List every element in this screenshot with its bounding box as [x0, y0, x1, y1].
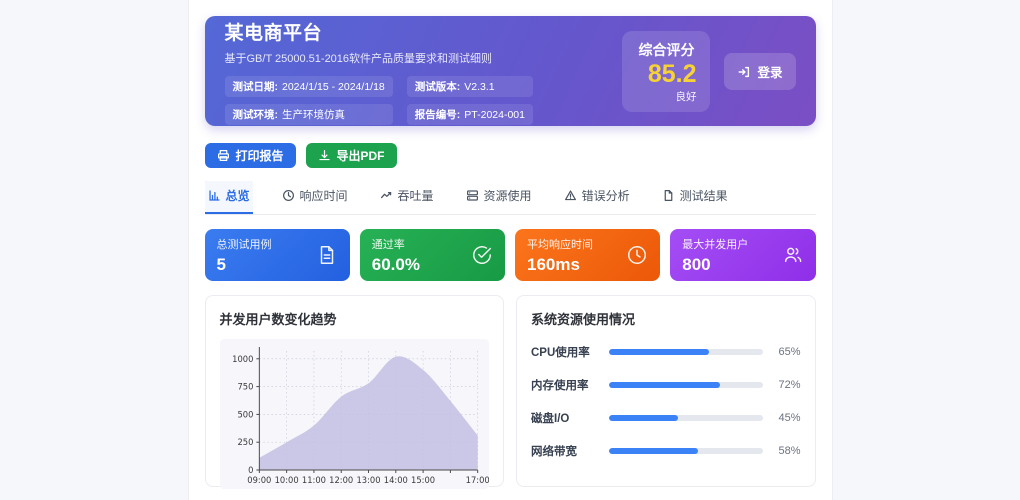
stat-cards: 总测试用例 5 通过率 60.0% 平均响应时间 160ms 最大并发用户 80…	[204, 229, 816, 281]
score-grade: 良好	[675, 90, 697, 103]
resource-label: 内存使用率	[531, 380, 589, 392]
printer-icon	[217, 149, 230, 162]
svg-text:15:00: 15:00	[411, 475, 435, 485]
banner-info: 某电商平台 基于GB/T 25000.51-2016软件产品质量要求和测试细则 …	[224, 18, 533, 125]
report-page: 某电商平台 基于GB/T 25000.51-2016软件产品质量要求和测试细则 …	[187, 0, 833, 500]
page-subtitle: 基于GB/T 25000.51-2016软件产品质量要求和测试细则	[224, 53, 493, 65]
svg-text:14:00: 14:00	[383, 475, 407, 485]
resource-row-network: 网络带宽 58%	[531, 443, 801, 459]
svg-text:10:00: 10:00	[274, 475, 298, 485]
login-label: 登录	[757, 66, 783, 80]
svg-text:1000: 1000	[232, 354, 253, 364]
svg-text:13:00: 13:00	[356, 475, 380, 485]
report-banner: 某电商平台 基于GB/T 25000.51-2016软件产品质量要求和测试细则 …	[204, 16, 816, 126]
svg-text:17:00: 17:00	[465, 475, 489, 485]
print-report-button[interactable]: 打印报告	[204, 143, 296, 168]
stat-value: 60.0%	[371, 254, 420, 274]
svg-text:11:00: 11:00	[301, 475, 325, 485]
resource-row-memory: 内存使用率 72%	[531, 377, 801, 393]
meta-test-version: 测试版本: V2.3.1	[406, 76, 533, 97]
score-label: 综合评分	[638, 42, 695, 59]
progress-fill	[609, 415, 679, 421]
resource-percent: 65%	[778, 346, 801, 358]
stat-label: 平均响应时间	[527, 238, 593, 251]
tab-error-analysis[interactable]: 错误分析	[561, 181, 633, 214]
resource-percent: 72%	[778, 379, 801, 391]
stat-avg-response-time: 平均响应时间 160ms	[515, 229, 661, 281]
stat-value: 5	[216, 254, 226, 274]
progress-track	[609, 382, 763, 388]
page-title: 某电商平台	[224, 23, 323, 44]
concurrency-chart-box: 0 250 500 750 1000 09:00 10:00 11:00 12:00 13:00 1…	[219, 339, 489, 489]
resource-usage-panel: 系统资源使用情况 CPU使用率 65% 内存使用率 72% 磁盘I/O 45%	[516, 295, 816, 487]
meta-test-env: 测试环境: 生产环境仿真	[224, 104, 393, 125]
trend-icon	[380, 189, 393, 202]
meta-report-no: 报告编号: PT-2024-001	[406, 104, 533, 125]
tab-response-time[interactable]: 响应时间	[279, 181, 351, 214]
resource-percent: 58%	[778, 445, 801, 457]
clock-icon	[626, 244, 648, 266]
users-icon	[782, 244, 804, 266]
resource-row-cpu: CPU使用率 65%	[531, 344, 801, 360]
tab-overview[interactable]: 总览	[204, 181, 253, 214]
stat-total-cases: 总测试用例 5	[204, 229, 350, 281]
resource-rows: CPU使用率 65% 内存使用率 72% 磁盘I/O 45% 网络带宽 58%	[531, 344, 801, 459]
stat-pass-rate: 通过率 60.0%	[359, 229, 505, 281]
progress-fill	[609, 382, 720, 388]
banner-right: 综合评分 85.2 良好 登录	[622, 31, 796, 112]
action-buttons: 打印报告 导出PDF	[204, 143, 816, 168]
concurrency-chart-title: 并发用户数变化趋势	[219, 312, 337, 327]
report-meta: 测试日期: 2024/1/15 - 2024/1/18 测试版本: V2.3.1 测…	[224, 76, 533, 125]
resource-percent: 45%	[778, 412, 801, 424]
login-icon	[737, 65, 751, 79]
tab-throughput[interactable]: 吞吐量	[377, 181, 437, 214]
stat-value: 800	[682, 254, 711, 274]
svg-text:750: 750	[237, 382, 253, 392]
login-button[interactable]: 登录	[724, 53, 796, 90]
meta-test-date: 测试日期: 2024/1/15 - 2024/1/18	[224, 76, 393, 97]
overall-score-box: 综合评分 85.2 良好	[622, 31, 711, 112]
resource-label: 磁盘I/O	[531, 413, 570, 425]
concurrency-trend-panel: 并发用户数变化趋势 0 250 500 750 1000 09:00 10:00 11:00 1…	[204, 295, 504, 489]
file-icon	[662, 189, 675, 202]
tab-test-results[interactable]: 测试结果	[659, 181, 731, 214]
resource-row-disk-io: 磁盘I/O 45%	[531, 410, 801, 426]
stat-max-concurrent-users: 最大并发用户 800	[670, 229, 816, 281]
progress-fill	[609, 448, 699, 454]
report-tabs: 总览 响应时间 吞吐量 资源使用 错误分析 测试结果	[204, 181, 816, 215]
svg-text:500: 500	[237, 409, 253, 419]
progress-track	[609, 448, 763, 454]
alert-triangle-icon	[564, 189, 577, 202]
resource-label: 网络带宽	[531, 446, 577, 458]
stat-label: 通过率	[371, 238, 405, 251]
resource-panel-title: 系统资源使用情况	[531, 312, 636, 327]
download-icon	[318, 149, 331, 162]
export-pdf-label: 导出PDF	[336, 149, 385, 163]
progress-track	[609, 349, 763, 355]
svg-text:09:00: 09:00	[247, 475, 271, 485]
file-text-icon	[316, 244, 338, 266]
server-icon	[466, 189, 479, 202]
stat-value: 160ms	[527, 254, 580, 274]
export-pdf-button[interactable]: 导出PDF	[305, 143, 397, 168]
score-value: 85.2	[647, 60, 697, 89]
concurrency-chart: 0250500750100009:00 10:00 11:00 12:00 13:00 1…	[232, 347, 489, 485]
clock-icon	[282, 189, 295, 202]
print-report-label: 打印报告	[235, 149, 284, 163]
progress-track	[609, 415, 763, 421]
stat-label: 最大并发用户	[682, 238, 749, 251]
resource-label: CPU使用率	[531, 347, 590, 359]
svg-text:12:00: 12:00	[329, 475, 353, 485]
detail-panels: 并发用户数变化趋势 0 250 500 750 1000 09:00 10:00 11:00 1…	[204, 295, 816, 489]
stat-label: 总测试用例	[216, 238, 272, 251]
progress-fill	[609, 349, 709, 355]
chart-bar-icon	[208, 189, 221, 202]
svg-text:250: 250	[237, 437, 253, 447]
tab-resource-usage[interactable]: 资源使用	[463, 181, 535, 214]
svg-text:0: 0	[248, 465, 253, 475]
check-circle-icon	[471, 244, 493, 266]
